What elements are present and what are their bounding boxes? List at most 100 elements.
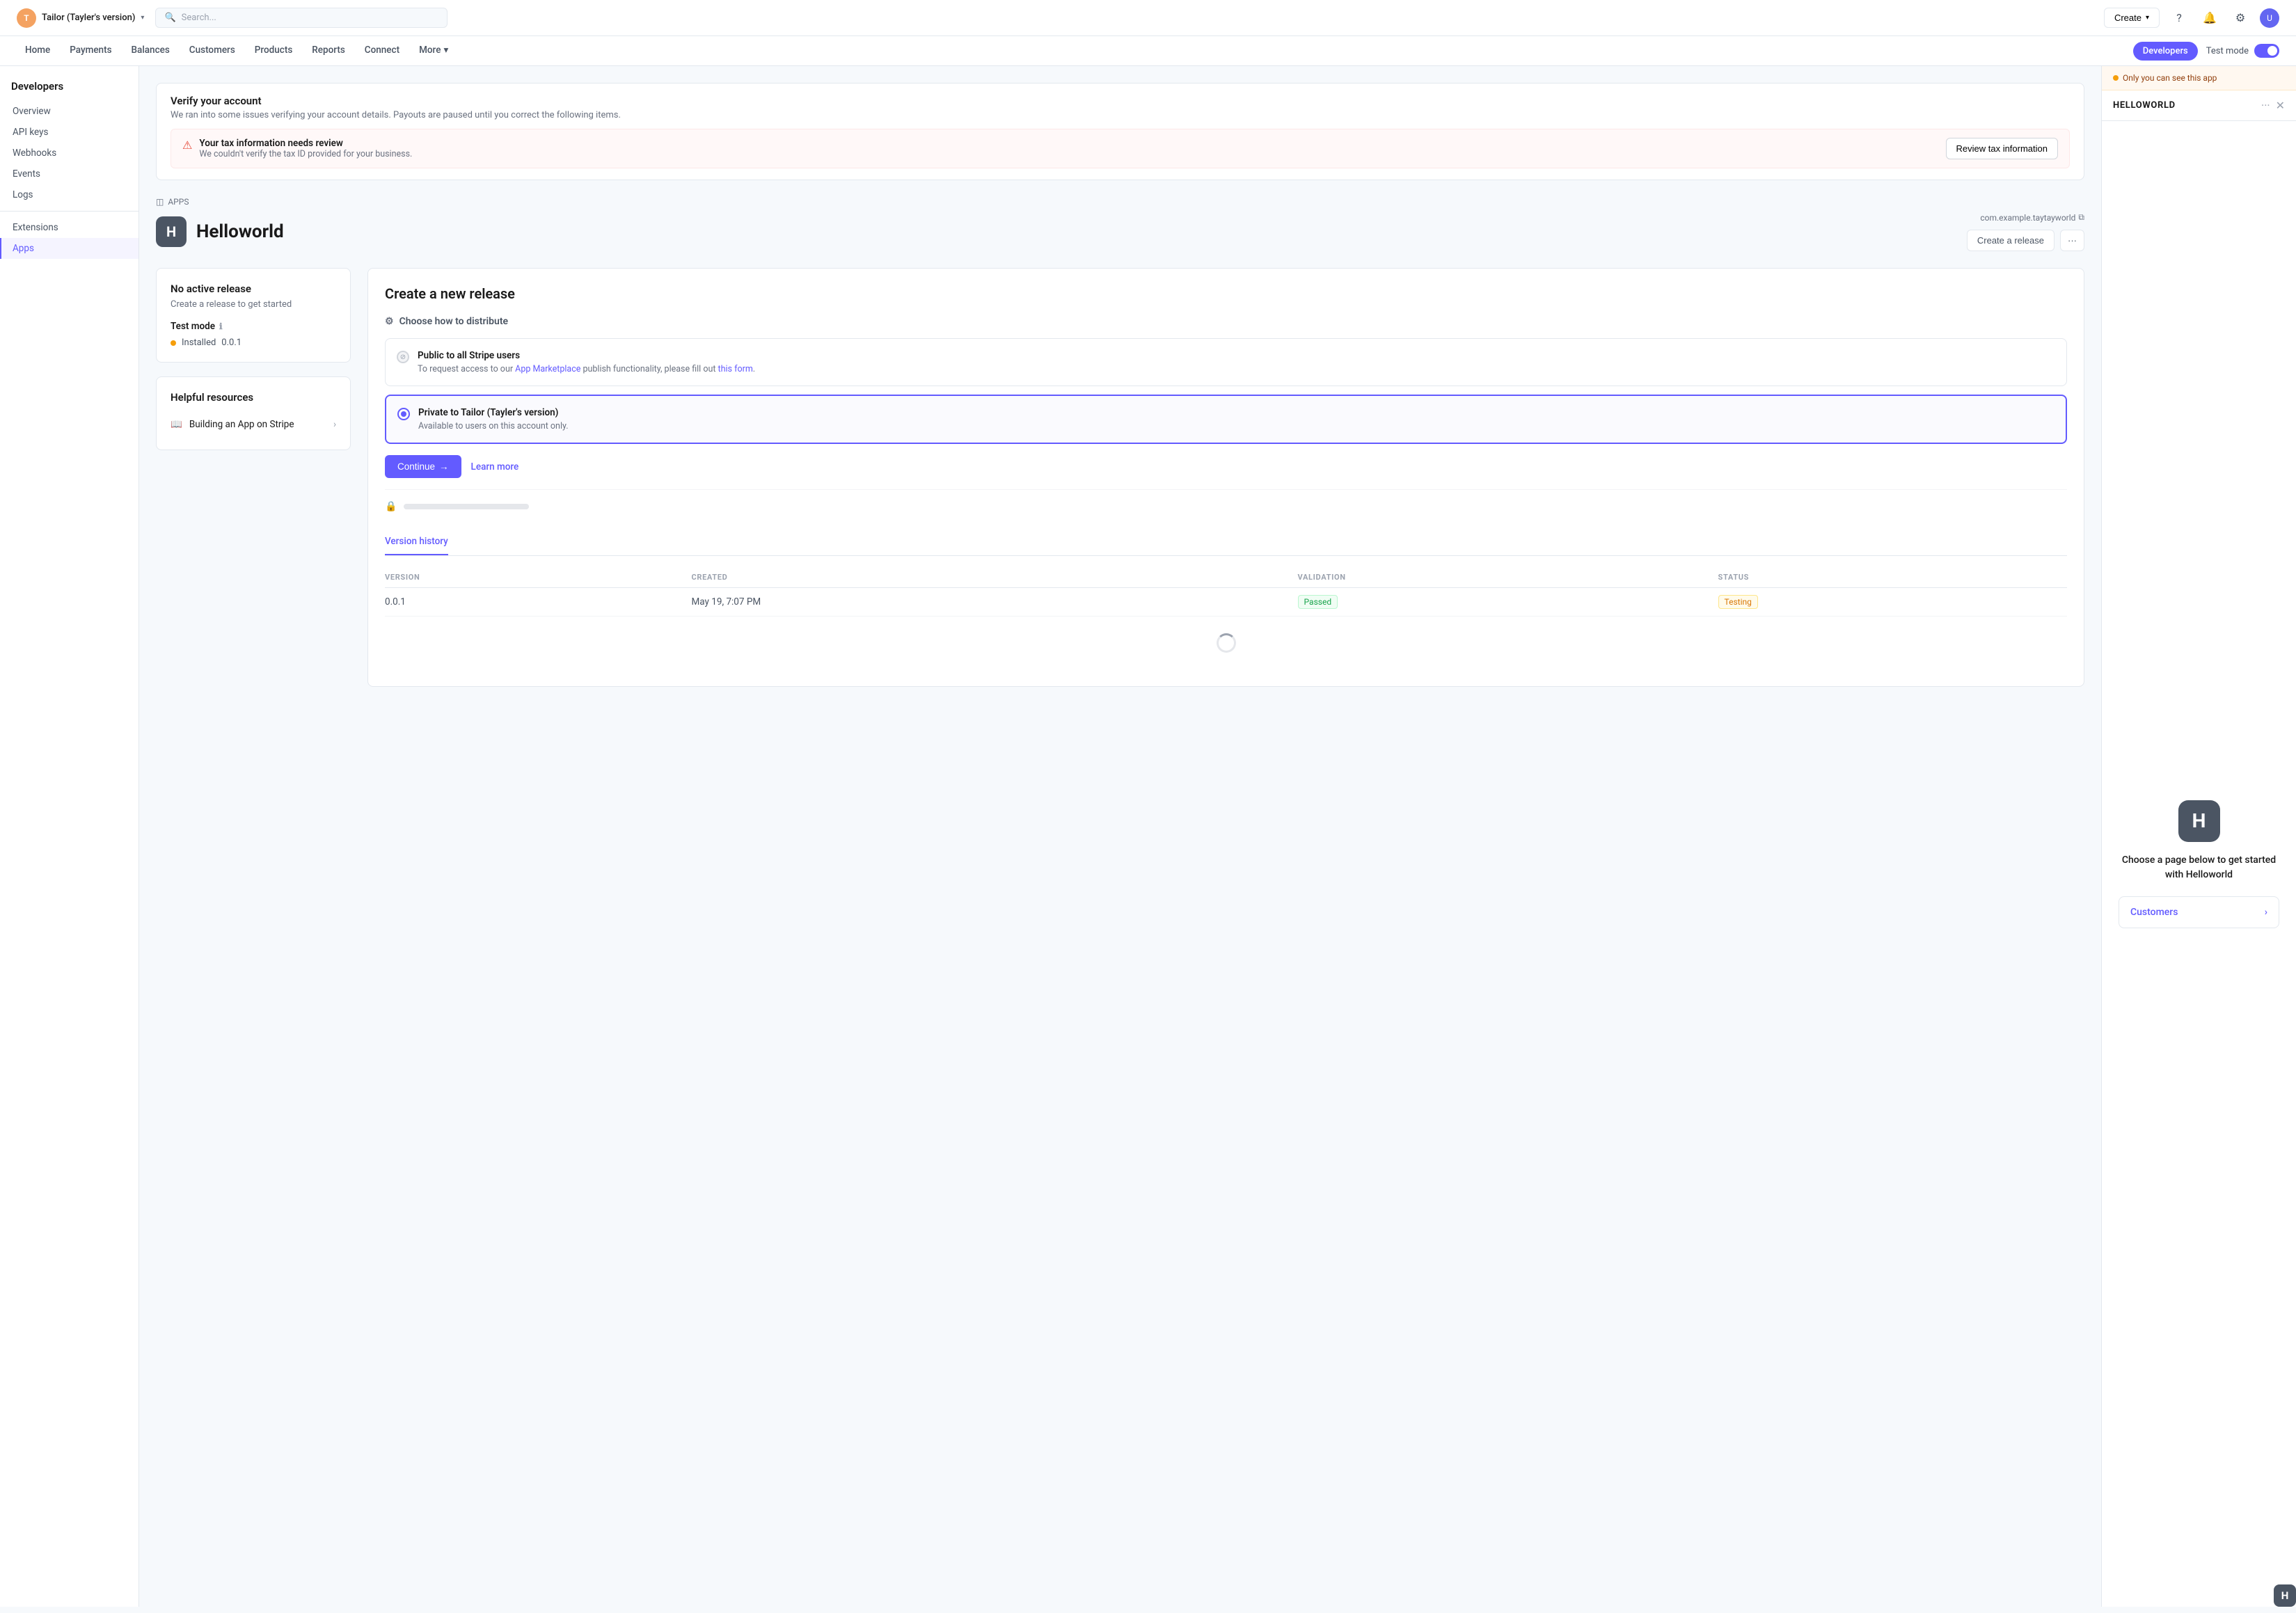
sidebar-item-api-keys[interactable]: API keys (0, 122, 138, 143)
resources-card: Helpful resources 📖 Building an App on S… (156, 376, 351, 450)
arrow-right-icon: → (439, 461, 449, 472)
private-option-title: Private to Tailor (Tayler's version) (418, 407, 569, 418)
panel-app-icon: H (2178, 800, 2220, 842)
content-area: Verify your account We ran into some iss… (139, 66, 2101, 1607)
panel-options-icon[interactable]: ··· (2261, 99, 2270, 112)
user-avatar[interactable]: U (2260, 8, 2279, 28)
nav-home[interactable]: Home (17, 36, 58, 65)
nav-products[interactable]: Products (246, 36, 301, 65)
panel-chevron-icon: › (2265, 907, 2267, 918)
col-status: STATUS (1718, 567, 2067, 588)
test-mode-toggle-container: Test mode (2206, 44, 2279, 58)
public-option-card[interactable]: ⊘ Public to all Stripe users To request … (385, 338, 2067, 386)
book-icon: 📖 (171, 419, 182, 430)
create-release-button[interactable]: Create a release (1967, 230, 2054, 251)
validation-badge: Passed (1298, 595, 1338, 609)
version-label: 0.0.1 (221, 337, 242, 348)
sidebar-item-extensions[interactable]: Extensions (0, 217, 138, 238)
alert-item-info: Your tax information needs review We cou… (199, 138, 412, 159)
panel-floating-app-icon[interactable]: H (2274, 1584, 2296, 1607)
notifications-button[interactable]: 🔔 (2199, 7, 2221, 29)
this-form-link[interactable]: this form (718, 364, 753, 374)
row-status: Testing (1718, 588, 2067, 617)
more-actions-button[interactable]: ··· (2060, 230, 2084, 251)
more-caret-icon: ▾ (443, 45, 448, 56)
app-marketplace-link[interactable]: App Marketplace (515, 364, 580, 374)
nav-links: Home Payments Balances Customers Product… (0, 36, 2296, 66)
help-button[interactable]: ? (2168, 7, 2190, 29)
nav-right: Developers Test mode (2133, 42, 2279, 61)
no-release-card: No active release Create a release to ge… (156, 268, 351, 363)
sidebar-item-overview[interactable]: Overview (0, 101, 138, 122)
settings-button[interactable]: ⚙ (2229, 7, 2251, 29)
version-table: VERSION CREATED VALIDATION STATUS 0.0.1 … (385, 567, 2067, 617)
sidebar-item-events[interactable]: Events (0, 164, 138, 184)
right-col: Create a new release ⚙ Choose how to dis… (367, 268, 2084, 687)
warning-dot-icon (2113, 75, 2119, 81)
app-icon: H (156, 216, 187, 247)
panel-header: HELLOWORLD ··· ✕ (2102, 90, 2296, 121)
breadcrumb-icon: ◫ (156, 197, 164, 207)
create-button[interactable]: Create ▾ (2104, 8, 2160, 28)
nav-balances[interactable]: Balances (123, 36, 178, 65)
loading-spinner-container (385, 617, 2067, 669)
lock-icon: 🔒 (385, 501, 397, 512)
resources-title: Helpful resources (171, 391, 336, 404)
no-release-sub: Create a release to get started (171, 299, 336, 310)
col-validation: VALIDATION (1298, 567, 1718, 588)
public-option-sub: To request access to our App Marketplace… (418, 364, 755, 374)
account-avatar: T (17, 8, 36, 28)
test-mode-label: Test mode (2206, 46, 2249, 56)
panel-customers-link[interactable]: Customers › (2119, 896, 2279, 928)
app-header: H Helloworld com.example.taytayworld ⧉ C… (156, 212, 2084, 251)
search-bar[interactable]: 🔍 Search... (155, 8, 448, 28)
private-option-card[interactable]: Private to Tailor (Tayler's version) Ava… (385, 395, 2067, 444)
version-history-tab[interactable]: Version history (385, 529, 448, 555)
public-radio: ⊘ (397, 351, 409, 363)
sidebar-item-logs[interactable]: Logs (0, 184, 138, 205)
public-option-content: Public to all Stripe users To request ac… (418, 350, 755, 374)
sidebar-title: Developers (0, 80, 138, 101)
alert-item-title: Your tax information needs review (199, 138, 412, 149)
arrow-icon: › (333, 419, 336, 430)
panel-cta-text: Choose a page below to get started with … (2119, 853, 2279, 882)
panel-title: HELLOWORLD (2113, 100, 2176, 111)
col-version: VERSION (385, 567, 692, 588)
search-icon: 🔍 (164, 13, 175, 23)
panel-close-icon[interactable]: ✕ (2276, 99, 2285, 112)
nav-reports[interactable]: Reports (303, 36, 354, 65)
nav-customers[interactable]: Customers (181, 36, 244, 65)
alert-sub: We ran into some issues verifying your a… (171, 110, 2070, 120)
account-badge[interactable]: T Tailor (Tayler's version) ▾ (17, 8, 144, 28)
main-layout: Developers Overview API keys Webhooks Ev… (0, 66, 2296, 1607)
test-mode-section-title: Test mode (171, 321, 215, 332)
sidebar-item-apps[interactable]: Apps (0, 238, 138, 259)
copy-icon[interactable]: ⧉ (2078, 212, 2084, 223)
review-tax-button[interactable]: Review tax information (1946, 138, 2059, 159)
learn-more-link[interactable]: Learn more (471, 461, 519, 472)
account-name: Tailor (Tayler's version) (42, 13, 135, 23)
status-dot (171, 340, 176, 346)
panel-warning: Only you can see this app (2102, 66, 2296, 90)
row-validation: Passed (1298, 588, 1718, 617)
app-header-left: H Helloworld (156, 216, 284, 247)
alert-banner: Verify your account We ran into some iss… (156, 83, 2084, 180)
no-release-title: No active release (171, 283, 336, 295)
private-option-sub: Available to users on this account only. (418, 421, 569, 431)
developers-button[interactable]: Developers (2133, 42, 2198, 61)
app-name: Helloworld (196, 221, 284, 242)
search-placeholder: Search... (182, 13, 216, 23)
continue-button[interactable]: Continue → (385, 455, 461, 478)
test-mode-toggle[interactable] (2254, 44, 2279, 58)
nav-payments[interactable]: Payments (61, 36, 120, 65)
sidebar: Developers Overview API keys Webhooks Ev… (0, 66, 139, 1607)
breadcrumb: ◫ APPS (156, 197, 2084, 207)
installed-label: Installed (182, 337, 216, 348)
create-caret-icon: ▾ (2146, 14, 2149, 22)
sidebar-item-webhooks[interactable]: Webhooks (0, 143, 138, 164)
building-app-link[interactable]: 📖 Building an App on Stripe › (171, 413, 336, 436)
nav-connect[interactable]: Connect (356, 36, 408, 65)
app-id: com.example.taytayworld ⧉ (1980, 212, 2084, 223)
left-col: No active release Create a release to ge… (156, 268, 351, 687)
nav-more[interactable]: More ▾ (411, 36, 457, 65)
